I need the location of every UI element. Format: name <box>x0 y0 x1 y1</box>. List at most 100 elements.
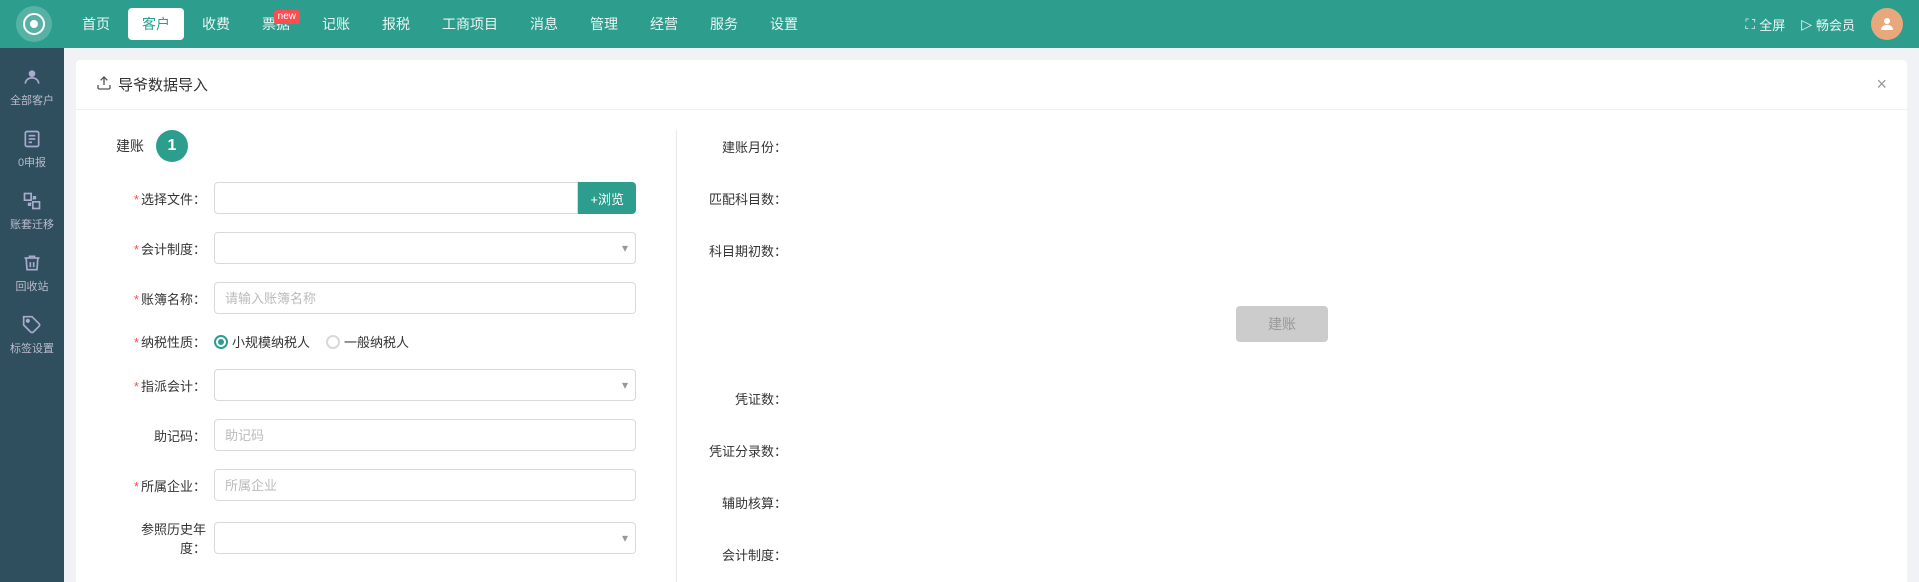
info-row-3: 凭证数： <box>697 382 1867 414</box>
logo-icon <box>23 13 45 35</box>
report-icon <box>21 128 43 150</box>
nav-settings[interactable]: 设置 <box>756 8 812 40</box>
nav-home[interactable]: 首页 <box>68 8 124 40</box>
nav-invoice[interactable]: 票据 new <box>248 8 304 40</box>
trash-icon <box>21 252 43 274</box>
radio-small-scale[interactable]: 小规模纳税人 <box>214 332 310 351</box>
nav-business[interactable]: 工商项目 <box>428 8 512 40</box>
accountant-label: *指派会计： <box>116 376 206 395</box>
sidebar-label-migrate: 账套迁移 <box>10 216 54 232</box>
info-label-1: 匹配科目数： <box>697 189 787 208</box>
info-row-1: 匹配科目数： <box>697 182 1867 214</box>
sidebar-item-zero-report[interactable]: 0申报 <box>0 118 64 180</box>
step-circle: 1 <box>156 130 188 162</box>
info-row-5: 辅助核算： <box>697 486 1867 518</box>
accounting-system-row: *会计制度： ▾ <box>116 232 636 264</box>
info-label-0: 建账月份： <box>697 137 787 156</box>
form-right: 建账月份： 匹配科目数： 科目期初数： 建账 <box>676 130 1867 582</box>
memo-code-input[interactable] <box>214 419 636 451</box>
app-logo[interactable] <box>16 6 52 42</box>
panel-title: 导爷数据导入 <box>96 74 208 95</box>
form-left: 建账 1 *选择文件： +浏览 <box>116 130 636 582</box>
sidebar-label-tag-settings: 标签设置 <box>10 340 54 356</box>
accounting-system-select-wrap: ▾ <box>214 232 636 264</box>
close-button[interactable]: × <box>1876 74 1887 95</box>
info-label-3: 凭证数： <box>697 389 787 408</box>
radio-dot-small-scale <box>214 335 228 349</box>
form-container: 建账 1 *选择文件： +浏览 <box>76 110 1907 582</box>
info-row-6: 会计制度： <box>697 538 1867 570</box>
ledger-name-input[interactable] <box>214 282 636 314</box>
nav-manage[interactable]: 管理 <box>576 8 632 40</box>
sidebar-label-all-customers: 全部客户 <box>10 92 54 108</box>
screen-icon <box>1745 16 1755 33</box>
sidebar-label-zero-report: 0申报 <box>18 154 46 170</box>
file-input[interactable] <box>214 182 578 214</box>
file-input-wrap: +浏览 <box>214 182 636 214</box>
nav-accounting[interactable]: 记账 <box>308 8 364 40</box>
file-row: *选择文件： +浏览 <box>116 182 636 214</box>
sidebar-item-tag-settings[interactable]: 标签设置 <box>0 304 64 366</box>
file-label: *选择文件： <box>116 189 206 208</box>
company-row: *所属企业： <box>116 469 636 501</box>
sidebar-label-recycle: 回收站 <box>16 278 49 294</box>
nav-tax[interactable]: 报税 <box>368 8 424 40</box>
radio-general[interactable]: 一般纳税人 <box>326 332 409 351</box>
info-row-0: 建账月份： <box>697 130 1867 162</box>
vip-button[interactable]: 畅会员 <box>1801 15 1855 34</box>
tax-type-radio-group: 小规模纳税人 一般纳税人 <box>214 332 636 351</box>
sidebar: 全部客户 0申报 账套迁移 回收站 标签设置 <box>0 48 64 582</box>
panel-header: 导爷数据导入 × <box>76 60 1907 110</box>
new-badge: new <box>274 10 300 24</box>
nav-customer[interactable]: 客户 <box>128 8 184 40</box>
main-content: 导爷数据导入 × 建账 1 *选择文件： <box>64 48 1919 582</box>
accounting-system-label: *会计制度： <box>116 239 206 258</box>
memo-code-row: 助记码： <box>116 419 636 451</box>
info-row-2: 科目期初数： <box>697 234 1867 266</box>
history-year-select-wrap: ▾ <box>214 522 636 554</box>
info-label-4: 凭证分录数： <box>697 441 787 460</box>
company-input[interactable] <box>214 469 636 501</box>
top-nav: 首页 客户 收费 票据 new 记账 报税 工商项目 消息 管理 经营 服务 设… <box>0 0 1919 48</box>
nav-right: 全屏 畅会员 <box>1745 8 1903 40</box>
ledger-name-label: *账簿名称： <box>116 289 206 308</box>
tax-type-row: *纳税性质： 小规模纳税人 一般纳税人 <box>116 332 636 351</box>
ledger-name-row: *账簿名称： <box>116 282 636 314</box>
history-year-select[interactable] <box>214 522 636 554</box>
migrate-icon <box>21 190 43 212</box>
info-row-4: 凭证分录数： <box>697 434 1867 466</box>
radio-dot-general <box>326 335 340 349</box>
nav-operation[interactable]: 经营 <box>636 8 692 40</box>
browse-button[interactable]: +浏览 <box>578 182 636 214</box>
sidebar-item-recycle[interactable]: 回收站 <box>0 242 64 304</box>
upload-icon <box>96 75 112 95</box>
fullscreen-button[interactable]: 全屏 <box>1745 15 1785 34</box>
layout: 全部客户 0申报 账套迁移 回收站 标签设置 <box>0 48 1919 582</box>
accounting-system-select[interactable] <box>214 232 636 264</box>
build-account-button[interactable]: 建账 <box>1236 306 1328 342</box>
nav-billing[interactable]: 收费 <box>188 8 244 40</box>
nav-service[interactable]: 服务 <box>696 8 752 40</box>
step-header: 建账 1 <box>116 130 636 162</box>
vip-icon <box>1801 16 1812 33</box>
history-year-label: 参照历史年度： <box>116 519 206 557</box>
step-label: 建账 <box>116 136 144 156</box>
info-label-6: 会计制度： <box>697 545 787 564</box>
tax-type-label: *纳税性质： <box>116 332 206 351</box>
user-avatar[interactable] <box>1871 8 1903 40</box>
accountant-row: *指派会计： ▾ <box>116 369 636 401</box>
history-year-row: 参照历史年度： ▾ <box>116 519 636 557</box>
memo-code-label: 助记码： <box>116 426 206 445</box>
nav-items: 首页 客户 收费 票据 new 记账 报税 工商项目 消息 管理 经营 服务 设… <box>68 8 1745 40</box>
sidebar-item-all-customers[interactable]: 全部客户 <box>0 56 64 118</box>
accountant-select[interactable] <box>214 369 636 401</box>
info-label-2: 科目期初数： <box>697 241 787 260</box>
info-label-5: 辅助核算： <box>697 493 787 512</box>
main-panel: 导爷数据导入 × 建账 1 *选择文件： <box>76 60 1907 582</box>
company-label: *所属企业： <box>116 476 206 495</box>
nav-message[interactable]: 消息 <box>516 8 572 40</box>
person-icon <box>21 66 43 88</box>
sidebar-item-migrate[interactable]: 账套迁移 <box>0 180 64 242</box>
tag-icon <box>21 314 43 336</box>
accountant-select-wrap: ▾ <box>214 369 636 401</box>
